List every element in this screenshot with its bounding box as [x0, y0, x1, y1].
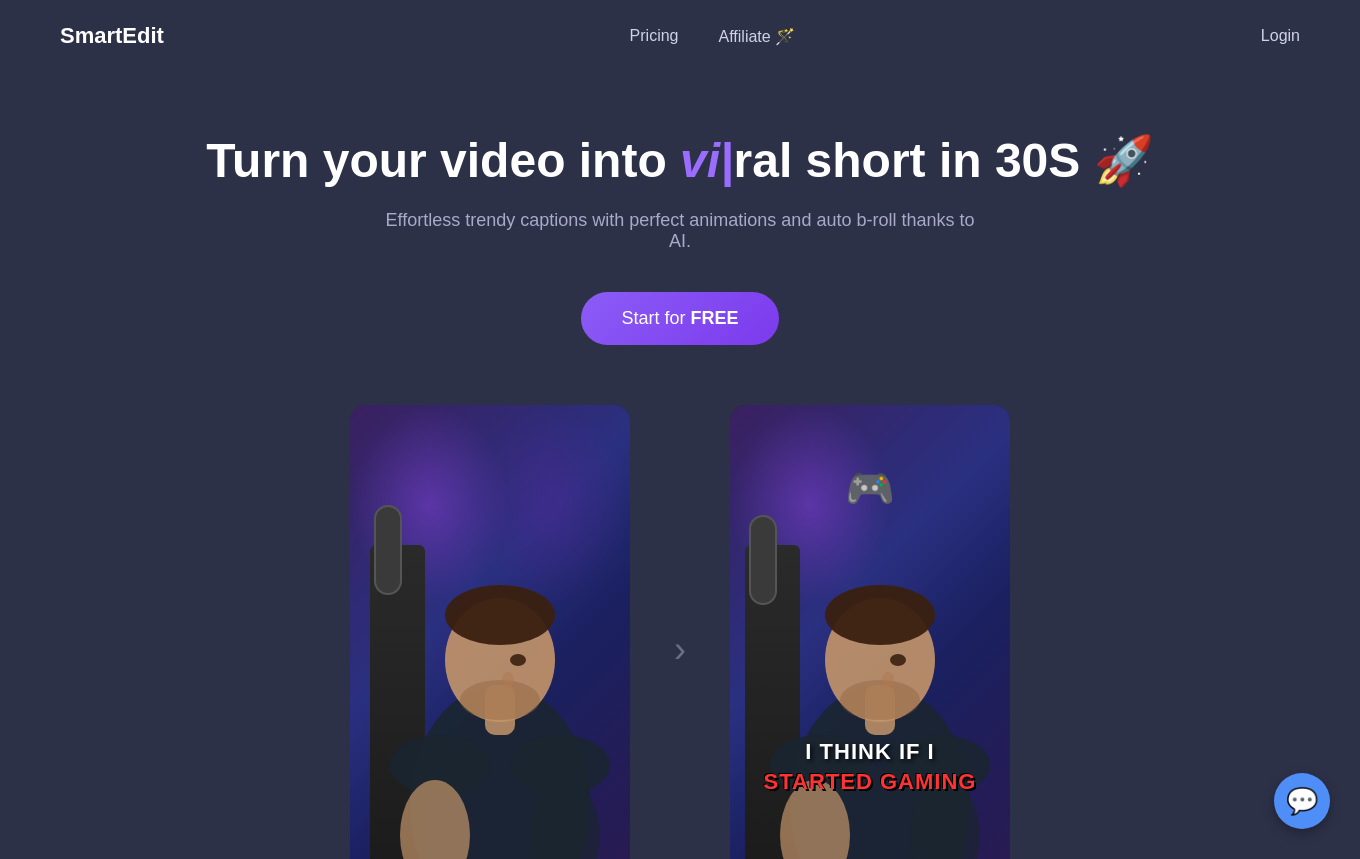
- hero-title-after: ral short in 30S 🚀: [734, 134, 1154, 187]
- caption-line2: STARTED GAMING: [750, 769, 990, 795]
- demo-section: ›: [0, 385, 1360, 859]
- demo-card-left: [350, 405, 630, 859]
- nav-pricing[interactable]: Pricing: [630, 27, 679, 45]
- chat-icon: 💬: [1286, 786, 1318, 817]
- svg-point-17: [840, 680, 920, 720]
- person-svg-left: [350, 405, 630, 859]
- left-video-bg: [350, 405, 630, 859]
- caption-overlay: I THINK IF I STARTED GAMING: [750, 739, 990, 795]
- navbar: SmartEdit Pricing Affiliate 🪄 Login: [0, 0, 1360, 72]
- svg-point-24: [890, 654, 906, 666]
- nav-links: Pricing Affiliate 🪄: [630, 27, 796, 46]
- nav-login[interactable]: Login: [1261, 27, 1300, 45]
- cta-button[interactable]: Start for FREE: [581, 292, 778, 345]
- svg-point-12: [502, 672, 514, 688]
- cta-prefix: Start for: [621, 308, 690, 328]
- hero-section: Turn your video into vi|ral short in 30S…: [0, 72, 1360, 385]
- arrow-chevron: ›: [674, 629, 686, 671]
- hero-subtitle: Effortless trendy captions with perfect …: [380, 210, 980, 252]
- chat-bubble[interactable]: 💬: [1274, 773, 1330, 829]
- caption-line1: I THINK IF I: [750, 739, 990, 765]
- hero-title-before: Turn your video into: [206, 134, 680, 187]
- gamepad-icon: 🎮: [845, 465, 895, 512]
- right-video-bg: 🎮 I THINK IF I STARTED GAMING: [730, 405, 1010, 859]
- cta-bold: FREE: [691, 308, 739, 328]
- brand-logo[interactable]: SmartEdit: [60, 23, 164, 49]
- arrow-container: ›: [640, 629, 720, 671]
- hero-title: Turn your video into vi|ral short in 30S…: [206, 132, 1153, 190]
- svg-point-25: [882, 672, 894, 688]
- demo-card-right: 🎮 I THINK IF I STARTED GAMING: [730, 405, 1010, 859]
- svg-point-3: [445, 585, 555, 645]
- svg-point-16: [825, 585, 935, 645]
- hero-title-highlight: vi|: [680, 134, 733, 187]
- svg-point-4: [460, 680, 540, 720]
- svg-point-11: [510, 654, 526, 666]
- nav-affiliate[interactable]: Affiliate 🪄: [719, 27, 796, 46]
